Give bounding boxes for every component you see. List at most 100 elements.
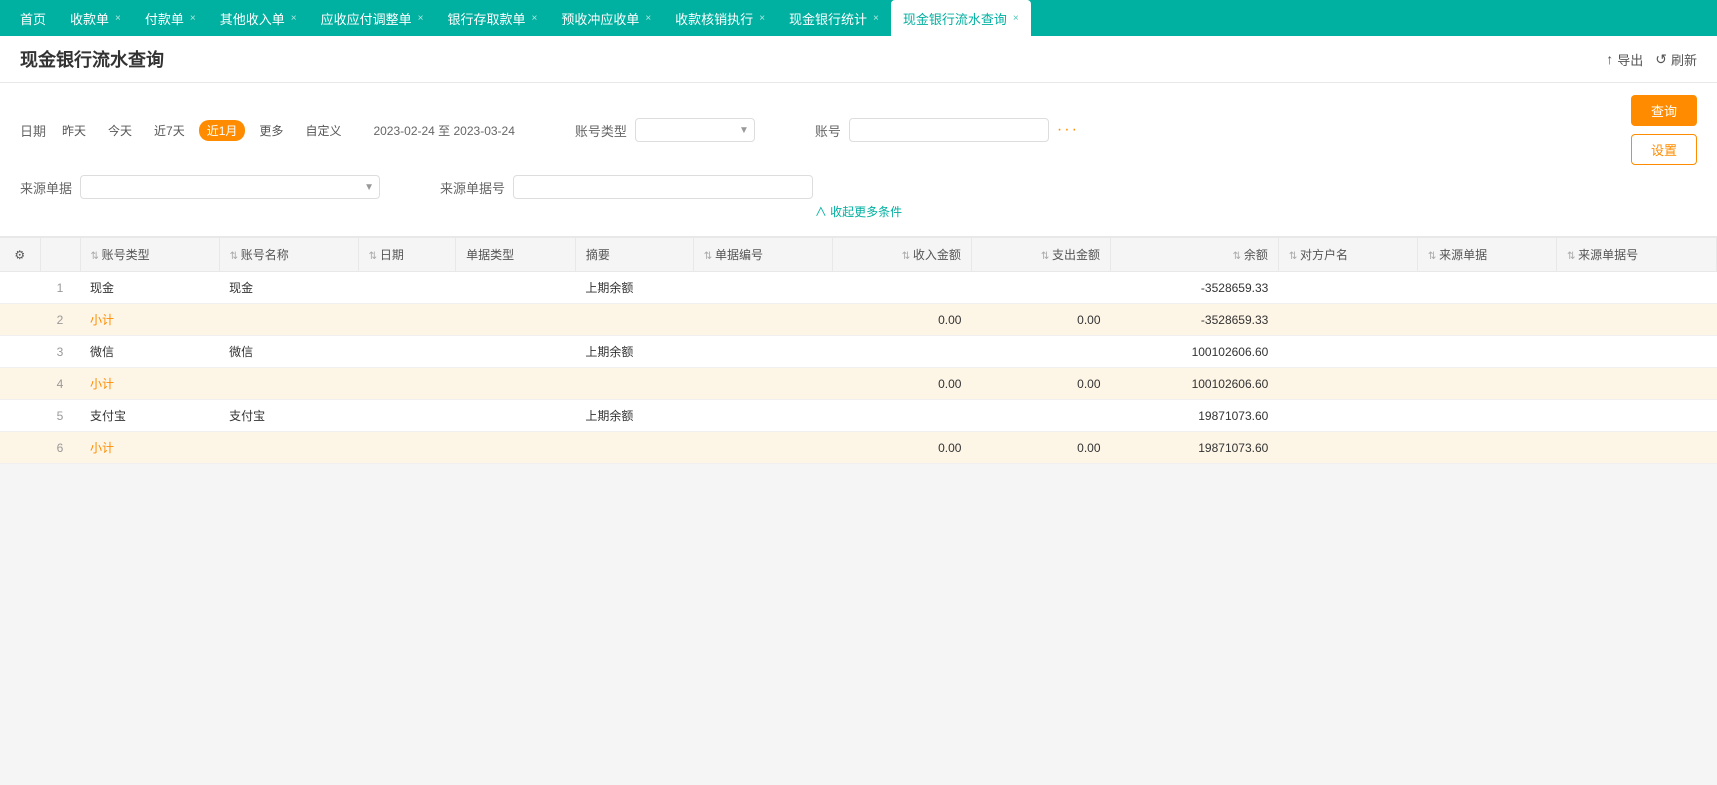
td-balance: -3528659.33 bbox=[1111, 272, 1279, 304]
td-doc-no bbox=[693, 304, 832, 336]
date-opt-custom[interactable]: 自定义 bbox=[297, 120, 349, 141]
close-icon[interactable]: × bbox=[115, 13, 121, 24]
date-opt-yesterday[interactable]: 昨天 bbox=[54, 120, 94, 141]
close-icon[interactable]: × bbox=[1013, 13, 1019, 24]
close-icon[interactable]: × bbox=[291, 13, 297, 24]
td-account-type: 小计 bbox=[80, 304, 219, 336]
account-no-input[interactable] bbox=[849, 118, 1049, 142]
source-doc-select[interactable] bbox=[80, 175, 380, 199]
refresh-button[interactable]: ↺ 刷新 bbox=[1655, 50, 1697, 69]
nav-cash-bank-stats[interactable]: 现金银行统计 × bbox=[777, 0, 891, 36]
top-nav: 首页 收款单 × 付款单 × 其他收入单 × 应收应付调整单 × 银行存取款单 … bbox=[0, 0, 1717, 36]
action-buttons: 查询 设置 bbox=[1631, 95, 1697, 165]
td-balance: -3528659.33 bbox=[1111, 304, 1279, 336]
td-gear bbox=[0, 336, 40, 368]
td-account-type: 支付宝 bbox=[80, 400, 219, 432]
collapse-bar[interactable]: ∧ 收起更多条件 bbox=[20, 199, 1697, 224]
th-source-doc-no[interactable]: ⇅ 来源单据号 bbox=[1556, 238, 1716, 272]
close-icon[interactable]: × bbox=[531, 13, 537, 24]
table-row: 4小计0.000.00100102606.60 bbox=[0, 368, 1717, 400]
th-account-name[interactable]: ⇅ 账号名称 bbox=[219, 238, 358, 272]
th-gear[interactable]: ⚙ bbox=[0, 238, 40, 272]
th-income[interactable]: ⇅ 收入金额 bbox=[832, 238, 971, 272]
nav-cash-bank-flow[interactable]: 现金银行流水查询 × bbox=[891, 0, 1031, 36]
th-balance[interactable]: ⇅ 余额 bbox=[1111, 238, 1279, 272]
td-source-doc-no bbox=[1556, 272, 1716, 304]
close-icon[interactable]: × bbox=[190, 13, 196, 24]
filter-row-1: 日期 昨天 今天 近7天 近1月 更多 自定义 2023-02-24 至 202… bbox=[20, 95, 1697, 165]
sort-arrows: ⇅ bbox=[369, 251, 380, 262]
td-gear bbox=[0, 432, 40, 464]
nav-payment[interactable]: 付款单 × bbox=[133, 0, 208, 36]
close-icon[interactable]: × bbox=[759, 13, 765, 24]
nav-ar-ap-adjust[interactable]: 应收应付调整单 × bbox=[309, 0, 436, 36]
account-type-select-wrapper: ▼ bbox=[635, 118, 755, 142]
close-icon[interactable]: × bbox=[873, 13, 879, 24]
td-source-doc bbox=[1417, 336, 1556, 368]
export-button[interactable]: ↑ 导出 bbox=[1606, 50, 1643, 69]
th-expense[interactable]: ⇅ 支出金额 bbox=[971, 238, 1110, 272]
date-opt-7days[interactable]: 近7天 bbox=[146, 120, 193, 141]
td-source-doc-no bbox=[1556, 304, 1716, 336]
td-doc-type bbox=[456, 432, 576, 464]
account-no-label: 账号 bbox=[815, 121, 841, 140]
td-counterpart bbox=[1278, 272, 1417, 304]
th-source-doc[interactable]: ⇅ 来源单据 bbox=[1417, 238, 1556, 272]
sort-arrows: ⇅ bbox=[1041, 251, 1052, 262]
td-doc-no bbox=[693, 400, 832, 432]
sort-arrows: ⇅ bbox=[1289, 251, 1300, 262]
td-counterpart bbox=[1278, 432, 1417, 464]
td-idx: 2 bbox=[40, 304, 80, 336]
query-button[interactable]: 查询 bbox=[1631, 95, 1697, 126]
source-doc-label: 来源单据 bbox=[20, 178, 72, 197]
nav-bank-withdraw[interactable]: 银行存取款单 × bbox=[435, 0, 549, 36]
td-counterpart bbox=[1278, 304, 1417, 336]
date-opt-today[interactable]: 今天 bbox=[100, 120, 140, 141]
source-doc-select-wrapper: ▼ bbox=[80, 175, 380, 199]
td-doc-no bbox=[693, 272, 832, 304]
account-type-select[interactable] bbox=[635, 118, 755, 142]
close-icon[interactable]: × bbox=[418, 13, 424, 24]
td-date bbox=[358, 272, 455, 304]
th-doc-no[interactable]: ⇅ 单据编号 bbox=[693, 238, 832, 272]
sort-arrows: ⇅ bbox=[1428, 251, 1439, 262]
settings-button[interactable]: 设置 bbox=[1631, 134, 1697, 165]
nav-prepay-offset[interactable]: 预收冲应收单 × bbox=[549, 0, 663, 36]
account-no-filter: 账号 ··· bbox=[815, 118, 1079, 142]
td-account-type: 小计 bbox=[80, 368, 219, 400]
sort-arrows: ⇅ bbox=[902, 251, 913, 262]
date-opt-1month[interactable]: 近1月 bbox=[199, 120, 246, 141]
td-expense bbox=[971, 336, 1110, 368]
page-title: 现金银行流水查询 bbox=[20, 46, 164, 72]
sort-arrows: ⇅ bbox=[1233, 251, 1244, 262]
td-doc-type bbox=[456, 304, 576, 336]
td-source-doc bbox=[1417, 400, 1556, 432]
th-date[interactable]: ⇅ 日期 bbox=[358, 238, 455, 272]
export-icon: ↑ bbox=[1606, 51, 1613, 67]
account-type-filter: 账号类型 ▼ bbox=[575, 118, 755, 142]
th-account-type[interactable]: ⇅ 账号类型 bbox=[80, 238, 219, 272]
th-counterpart[interactable]: ⇅ 对方户名 bbox=[1278, 238, 1417, 272]
nav-home[interactable]: 首页 bbox=[8, 0, 58, 36]
table-row: 3微信微信上期余额100102606.60 bbox=[0, 336, 1717, 368]
td-doc-type bbox=[456, 400, 576, 432]
dots-button[interactable]: ··· bbox=[1057, 121, 1079, 139]
td-idx: 6 bbox=[40, 432, 80, 464]
close-icon[interactable]: × bbox=[645, 13, 651, 24]
td-source-doc bbox=[1417, 272, 1556, 304]
table-header-row: ⚙ ⇅ 账号类型 ⇅ 账号名称 ⇅ 日期 单据类型 摘要 ⇅ 单据编号 ⇅ 收入… bbox=[0, 238, 1717, 272]
td-date bbox=[358, 400, 455, 432]
table-row: 5支付宝支付宝上期余额19871073.60 bbox=[0, 400, 1717, 432]
date-opt-more[interactable]: 更多 bbox=[251, 120, 291, 141]
sort-arrows: ⇅ bbox=[1567, 251, 1578, 262]
td-doc-no bbox=[693, 336, 832, 368]
source-doc-no-input[interactable] bbox=[513, 175, 813, 199]
nav-other-income[interactable]: 其他收入单 × bbox=[208, 0, 309, 36]
td-income bbox=[832, 272, 971, 304]
td-account-name: 支付宝 bbox=[219, 400, 358, 432]
td-expense bbox=[971, 400, 1110, 432]
nav-receipt[interactable]: 收款单 × bbox=[58, 0, 133, 36]
source-doc-no-filter: 来源单据号 bbox=[440, 175, 813, 199]
td-income bbox=[832, 400, 971, 432]
nav-collection-exec[interactable]: 收款核销执行 × bbox=[663, 0, 777, 36]
